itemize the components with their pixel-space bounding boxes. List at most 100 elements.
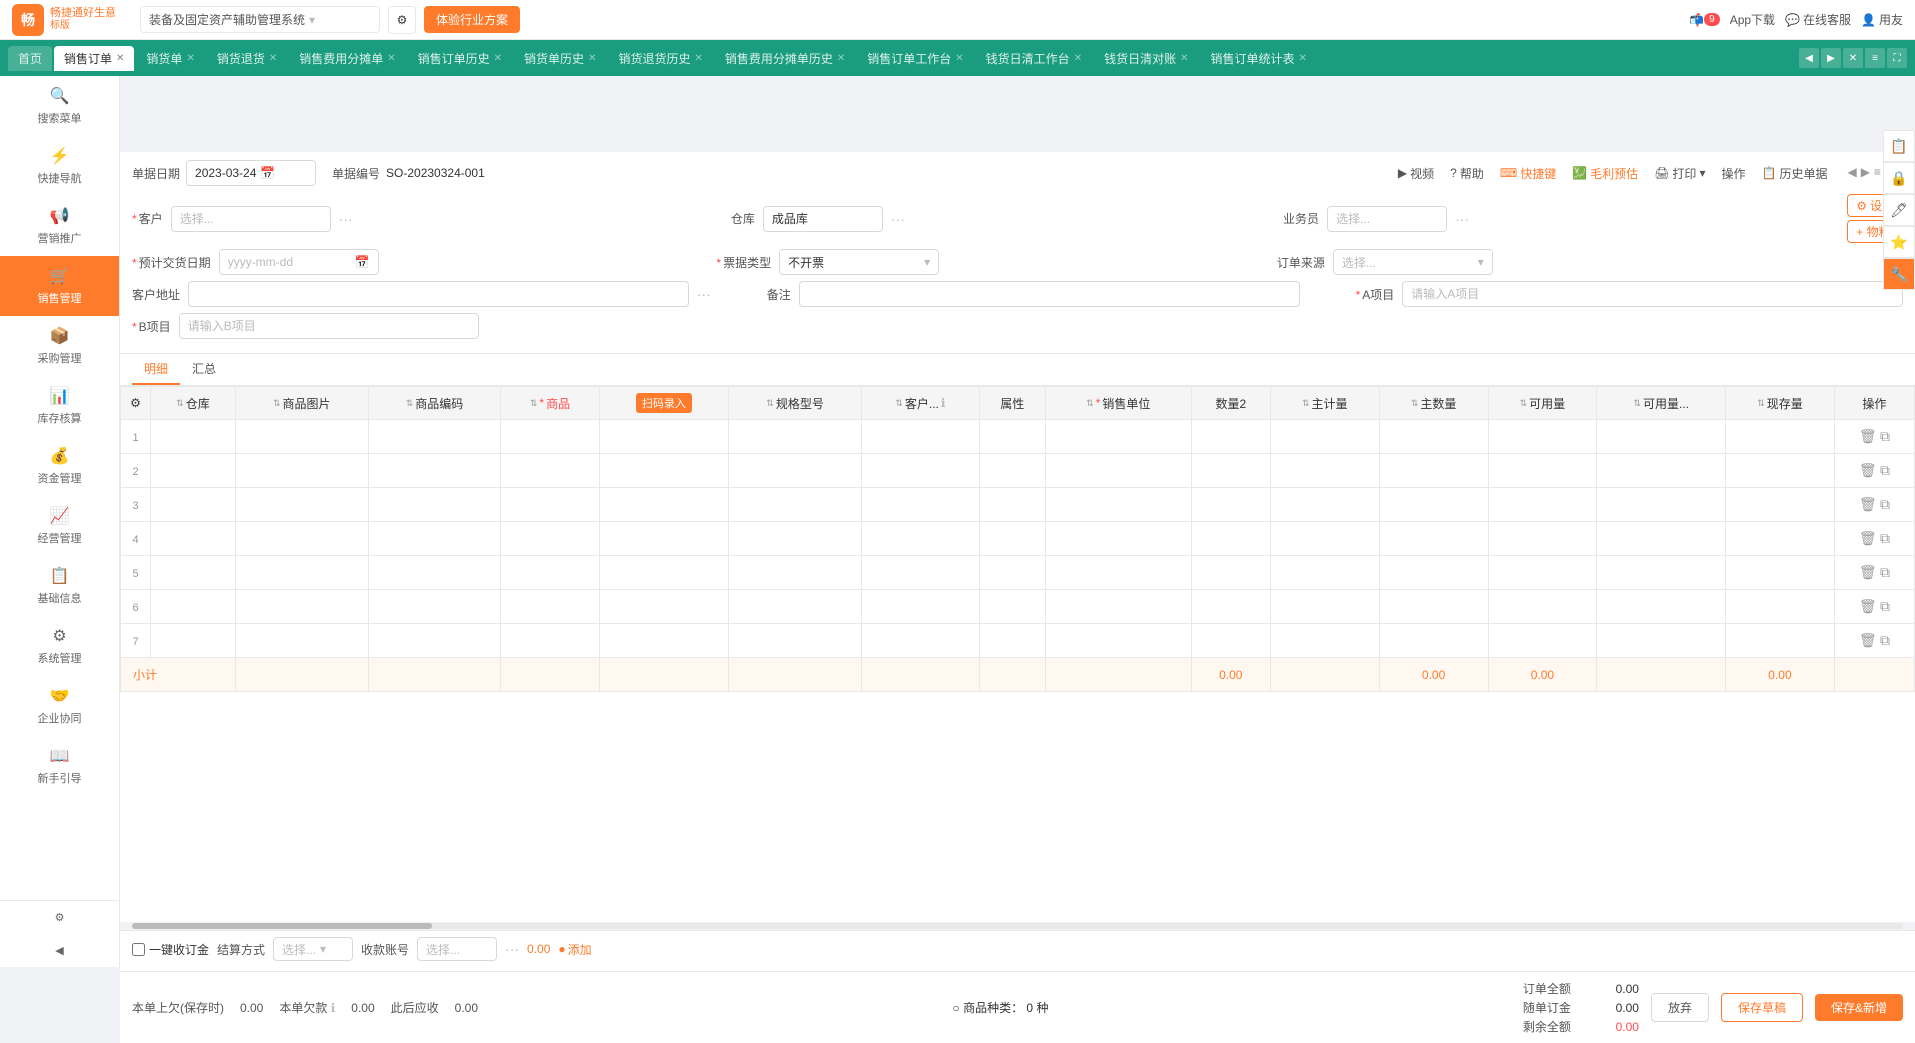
table-cell[interactable]	[979, 590, 1045, 624]
table-cell[interactable]	[1379, 624, 1488, 658]
table-cell[interactable]	[861, 420, 979, 454]
salesperson-more-btn[interactable]: ···	[1455, 211, 1469, 227]
tab-sales-order-stats[interactable]: 销售订单统计表 ✕	[1200, 46, 1316, 71]
project-b-input[interactable]: 请输入B项目	[179, 313, 479, 339]
discard-button[interactable]: 放弃	[1651, 993, 1709, 1022]
table-cell[interactable]	[1191, 624, 1270, 658]
table-cell[interactable]	[501, 488, 599, 522]
delete-row-icon[interactable]: 🗑	[1859, 428, 1877, 444]
col-scan[interactable]: 扫码录入	[599, 387, 729, 420]
table-cell[interactable]	[1379, 590, 1488, 624]
table-cell[interactable]	[979, 624, 1045, 658]
tab-home[interactable]: 首页	[8, 46, 52, 71]
table-cell[interactable]	[368, 454, 501, 488]
col-current-stock[interactable]: ⇅现存量	[1726, 387, 1835, 420]
table-cell[interactable]	[729, 420, 862, 454]
table-cell[interactable]	[151, 522, 236, 556]
table-cell[interactable]	[1488, 454, 1597, 488]
sidebar-item-guide[interactable]: 📖 新手引导	[0, 736, 119, 796]
table-cell[interactable]	[1379, 454, 1488, 488]
col-customer-code[interactable]: ⇅客户... ℹ	[861, 387, 979, 420]
close-icon[interactable]: ✕	[955, 53, 963, 64]
table-cell[interactable]	[1488, 522, 1597, 556]
table-cell[interactable]	[151, 488, 236, 522]
sidebar-item-finance[interactable]: 💰 资金管理	[0, 436, 119, 496]
sidebar-item-quick-nav[interactable]: ⚡ 快捷导航	[0, 136, 119, 196]
table-cell[interactable]	[861, 556, 979, 590]
video-help-btn[interactable]: ▶ 视频	[1394, 163, 1438, 184]
table-cell[interactable]	[1270, 624, 1379, 658]
close-icon[interactable]: ✕	[1074, 53, 1082, 64]
list-view-btn[interactable]: ≡	[1874, 165, 1881, 181]
rfb-edit-btn[interactable]: 🖊	[1883, 194, 1915, 226]
salesperson-input[interactable]: 选择...	[1327, 206, 1447, 232]
table-cell[interactable]	[1270, 556, 1379, 590]
sidebar-item-inventory[interactable]: 📊 库存核算	[0, 376, 119, 436]
table-cell[interactable]	[1597, 624, 1726, 658]
table-cell[interactable]	[368, 488, 501, 522]
tab-summary[interactable]: 汇总	[180, 354, 228, 385]
table-cell[interactable]	[501, 420, 599, 454]
table-cell[interactable]	[979, 488, 1045, 522]
add-payment-btn[interactable]: ● 添加	[558, 941, 591, 958]
sidebar-item-basic-info[interactable]: 📋 基础信息	[0, 556, 119, 616]
next-record-btn[interactable]: ▶	[1861, 165, 1870, 181]
delete-row-icon[interactable]: 🗑	[1859, 496, 1877, 512]
one-click-payment-check[interactable]: 一键收订金	[132, 941, 209, 958]
close-icon[interactable]: ✕	[269, 53, 277, 64]
table-cell[interactable]	[1045, 522, 1191, 556]
sidebar-collapse-btn[interactable]: ◀	[0, 934, 119, 967]
table-cell[interactable]	[1379, 488, 1488, 522]
table-cell[interactable]	[1597, 522, 1726, 556]
invoice-type-select[interactable]: 不开票 ▾	[779, 249, 939, 275]
copy-row-icon[interactable]: ⧉	[1880, 462, 1890, 478]
copy-row-icon[interactable]: ⧉	[1880, 564, 1890, 580]
table-cell[interactable]	[979, 420, 1045, 454]
table-cell[interactable]	[501, 522, 599, 556]
table-cell[interactable]	[501, 624, 599, 658]
close-icon[interactable]: ✕	[588, 53, 596, 64]
table-cell[interactable]	[1726, 590, 1835, 624]
col-attribute[interactable]: 属性	[979, 387, 1045, 420]
table-cell[interactable]	[599, 420, 729, 454]
project-a-input[interactable]: 请输入A项目	[1402, 281, 1903, 307]
warehouse-more-btn[interactable]: ···	[891, 211, 905, 227]
table-cell[interactable]	[1191, 522, 1270, 556]
table-cell[interactable]	[861, 454, 979, 488]
col-sales-unit[interactable]: ⇅*销售单位	[1045, 387, 1191, 420]
nav-prev-btn[interactable]: ◀	[1799, 48, 1819, 68]
col-main-unit[interactable]: ⇅主计量	[1270, 387, 1379, 420]
online-service-link[interactable]: 💬 在线客服	[1785, 11, 1851, 28]
delete-row-icon[interactable]: 🗑	[1859, 530, 1877, 546]
col-product[interactable]: ⇅*商品	[501, 387, 599, 420]
table-cell[interactable]	[501, 454, 599, 488]
table-cell[interactable]	[1488, 488, 1597, 522]
message-icon[interactable]: 📬9	[1689, 13, 1720, 27]
scan-btn[interactable]: 扫码录入	[636, 393, 692, 413]
copy-row-icon[interactable]: ⧉	[1880, 496, 1890, 512]
close-icon[interactable]: ✕	[1299, 53, 1307, 64]
copy-row-icon[interactable]: ⧉	[1880, 598, 1890, 614]
table-cell[interactable]	[1270, 488, 1379, 522]
close-icon[interactable]: ✕	[116, 53, 124, 64]
table-cell[interactable]	[1488, 556, 1597, 590]
col-available[interactable]: ⇅可用量	[1488, 387, 1597, 420]
table-cell[interactable]	[729, 488, 862, 522]
tab-sales-order-workbench[interactable]: 销售订单工作台 ✕	[857, 46, 973, 71]
col-product-img[interactable]: ⇅商品图片	[235, 387, 368, 420]
table-cell[interactable]	[1191, 420, 1270, 454]
table-cell[interactable]	[235, 454, 368, 488]
table-cell[interactable]	[368, 624, 501, 658]
table-cell[interactable]	[599, 488, 729, 522]
tab-detail[interactable]: 明细	[132, 354, 180, 385]
table-cell[interactable]	[151, 590, 236, 624]
copy-row-icon[interactable]: ⧉	[1880, 530, 1890, 546]
table-cell[interactable]	[729, 522, 862, 556]
table-cell[interactable]	[1045, 454, 1191, 488]
table-cell[interactable]	[1726, 488, 1835, 522]
table-cell[interactable]	[861, 488, 979, 522]
table-cell[interactable]	[235, 522, 368, 556]
delivery-date-input[interactable]: yyyy-mm-dd 📅	[219, 249, 379, 275]
table-cell[interactable]	[1045, 590, 1191, 624]
tab-sales-order-history[interactable]: 销售订单历史 ✕	[408, 46, 512, 71]
